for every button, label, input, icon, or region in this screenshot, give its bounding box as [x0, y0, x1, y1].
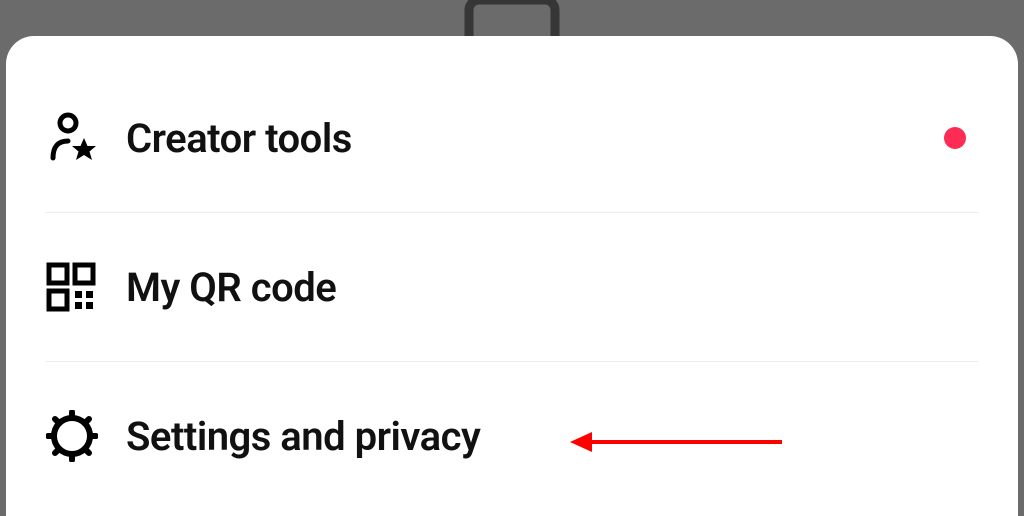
qr-code-icon	[46, 262, 126, 312]
notification-badge	[944, 127, 966, 149]
menu-item-qr-code[interactable]: My QR code	[46, 247, 978, 327]
bottom-sheet: Creator tools My QR code	[6, 36, 1018, 516]
divider	[46, 361, 978, 362]
menu-item-settings-privacy[interactable]: Settings and privacy	[46, 396, 978, 476]
divider	[46, 212, 978, 213]
menu-item-creator-tools[interactable]: Creator tools	[46, 98, 978, 178]
header-peek-icon	[457, 0, 567, 36]
menu-list: Creator tools My QR code	[6, 36, 1018, 476]
creator-tools-icon	[46, 111, 126, 165]
settings-icon	[46, 410, 126, 462]
menu-item-label: My QR code	[126, 264, 336, 311]
menu-item-label: Settings and privacy	[126, 413, 480, 460]
menu-item-label: Creator tools	[126, 115, 352, 162]
